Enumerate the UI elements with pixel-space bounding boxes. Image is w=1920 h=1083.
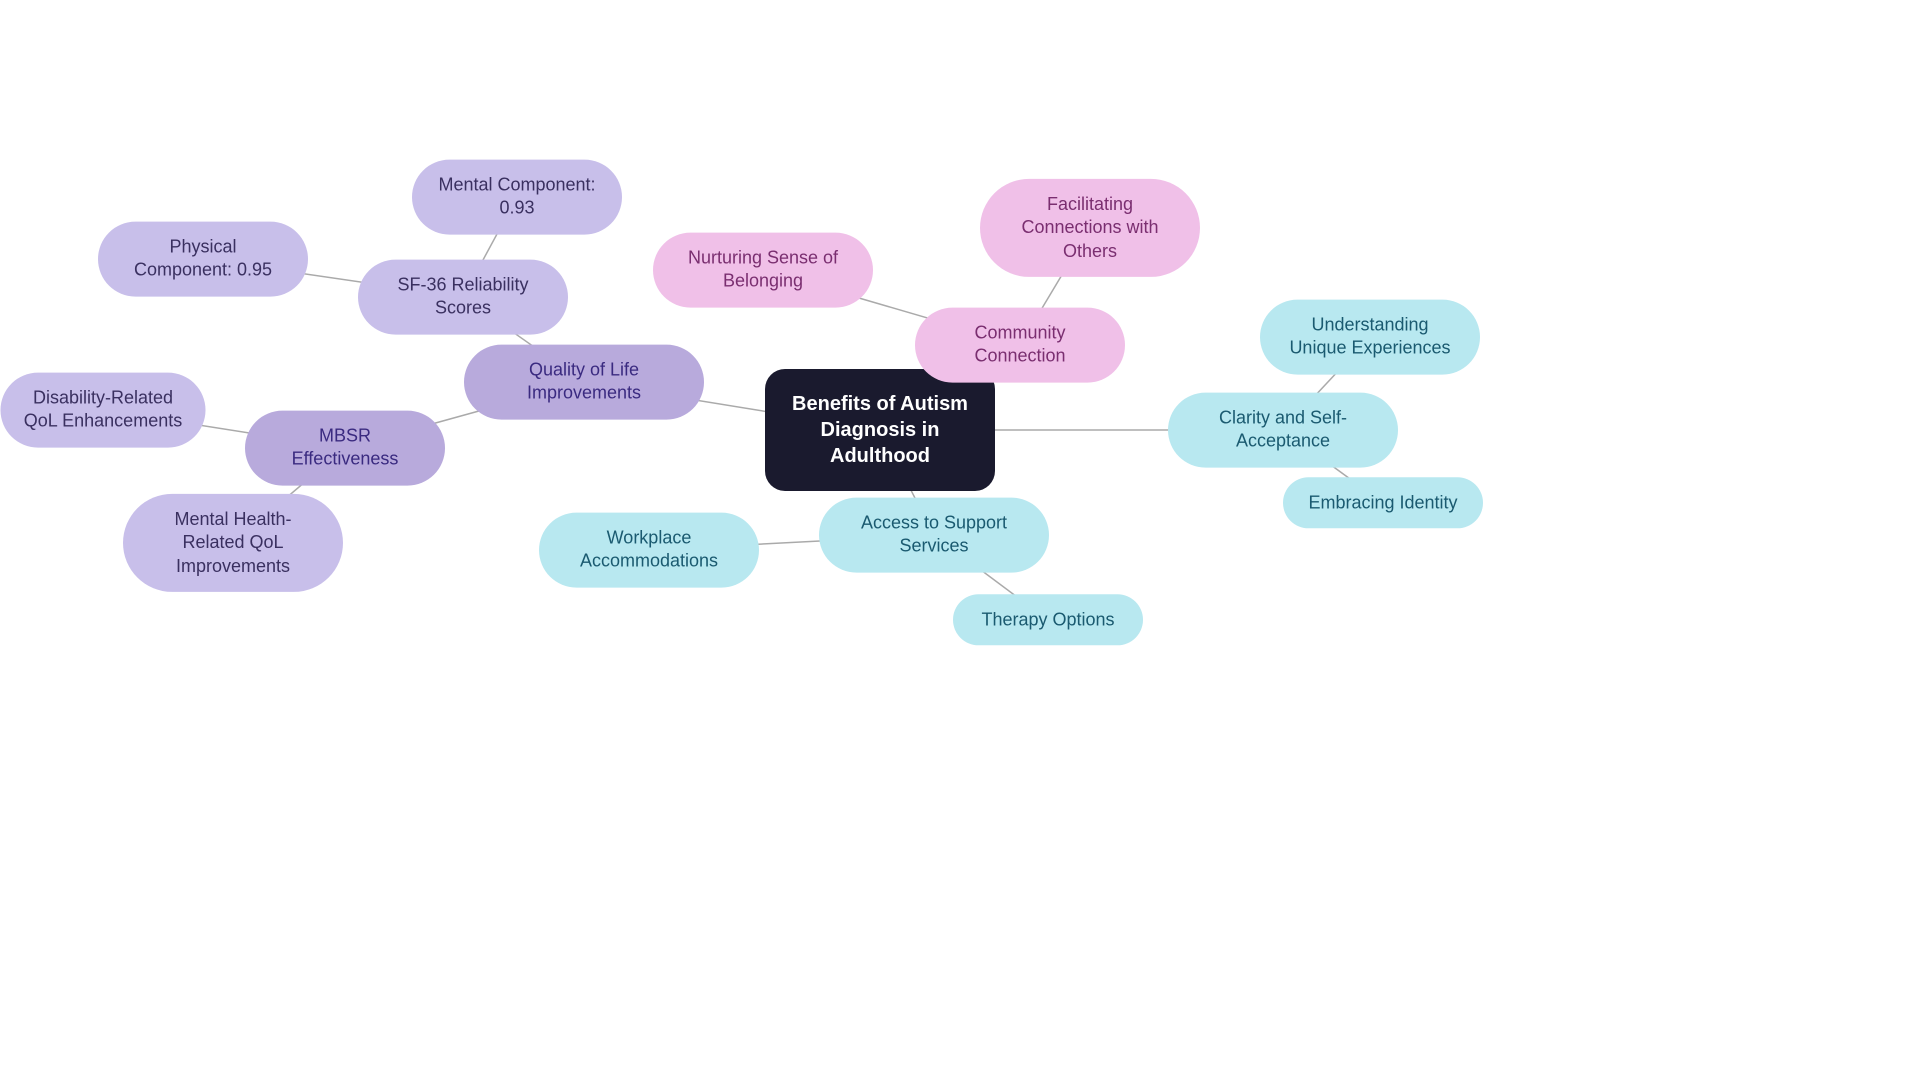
node-physical-component: Physical Component: 0.95 [98, 222, 308, 297]
mindmap-canvas: Benefits of Autism Diagnosis in Adulthoo… [0, 0, 1920, 1083]
node-mental-component: Mental Component: 0.93 [412, 160, 622, 235]
node-mental-health-qol: Mental Health-Related QoL Improvements [123, 494, 343, 592]
node-community: Community Connection [915, 308, 1125, 383]
node-embracing: Embracing Identity [1283, 477, 1483, 528]
node-nurturing: Nurturing Sense of Belonging [653, 233, 873, 308]
node-sf36: SF-36 Reliability Scores [358, 260, 568, 335]
node-workplace: Workplace Accommodations [539, 513, 759, 588]
node-clarity: Clarity and Self-Acceptance [1168, 393, 1398, 468]
node-understanding: Understanding Unique Experiences [1260, 300, 1480, 375]
node-access-support: Access to Support Services [819, 498, 1049, 573]
node-qol: Quality of Life Improvements [464, 345, 704, 420]
node-disability-qol: Disability-Related QoL Enhancements [1, 373, 206, 448]
center-node: Benefits of Autism Diagnosis in Adulthoo… [765, 369, 995, 491]
node-facilitating: Facilitating Connections with Others [980, 179, 1200, 277]
node-therapy: Therapy Options [953, 594, 1143, 645]
node-mbsr: MBSR Effectiveness [245, 411, 445, 486]
